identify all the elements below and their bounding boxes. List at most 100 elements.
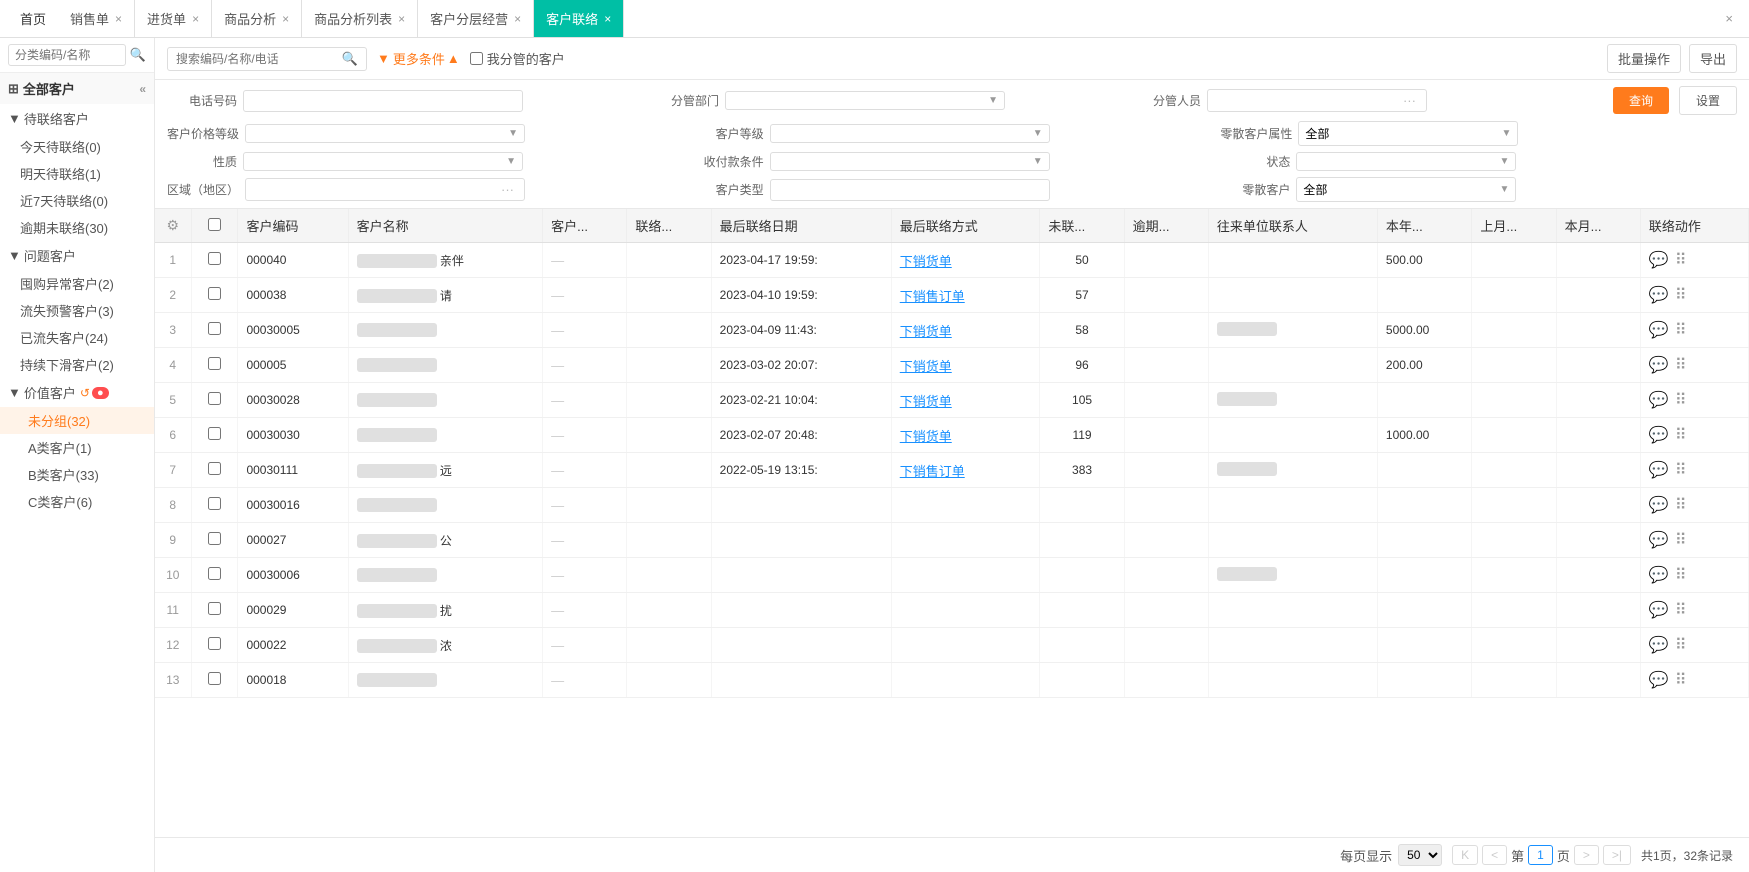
batch-ops-button[interactable]: 批量操作	[1607, 44, 1681, 73]
row-checkbox[interactable]	[191, 663, 238, 698]
nav-home[interactable]: 首页	[8, 9, 58, 28]
sidebar-item-churn-warning[interactable]: 流失预警客户(3)	[0, 297, 154, 324]
nav-tab-close[interactable]: ×	[192, 12, 199, 26]
row-checkbox[interactable]	[191, 593, 238, 628]
chat-icon[interactable]: 💬	[1649, 530, 1669, 550]
nav-tab-close[interactable]: ×	[115, 12, 122, 26]
adv-payment-select[interactable]: ▼	[770, 152, 1050, 171]
sidebar-item-declining[interactable]: 持续下滑客户(2)	[0, 351, 154, 378]
sidebar-search-icon[interactable]: 🔍	[130, 47, 146, 63]
chat-icon[interactable]: 💬	[1649, 250, 1669, 270]
export-button[interactable]: 导出	[1689, 44, 1737, 73]
row-checkbox[interactable]	[191, 383, 238, 418]
more-action-icon[interactable]: ⠿	[1675, 250, 1687, 270]
settings-icon[interactable]: ⚙	[166, 217, 179, 233]
sidebar-item-overdue[interactable]: 逾期未联络(30)	[0, 214, 154, 241]
row-checkbox[interactable]	[191, 453, 238, 488]
adv-region-dots[interactable]: ···	[501, 182, 514, 197]
nav-tab-product-list[interactable]: 商品分析列表 ×	[302, 0, 418, 38]
nav-tab-close[interactable]: ×	[604, 12, 611, 26]
adv-cust-type-input[interactable]	[770, 179, 1050, 201]
nav-tab-customer-contact[interactable]: 客户联络 ×	[534, 0, 624, 38]
refresh-icon[interactable]: ↺	[80, 386, 90, 400]
row-checkbox[interactable]	[191, 523, 238, 558]
filter-search-input[interactable]	[176, 52, 338, 66]
nav-tab-close[interactable]: ×	[398, 12, 405, 26]
first-page-button[interactable]: K	[1452, 845, 1478, 865]
more-action-icon[interactable]: ⠿	[1675, 355, 1687, 375]
row-checkbox[interactable]	[191, 558, 238, 593]
sidebar-group-pending[interactable]: ▼ 待联络客户	[0, 104, 154, 133]
more-action-icon[interactable]: ⠿	[1675, 600, 1687, 620]
more-action-icon[interactable]: ⠿	[1675, 460, 1687, 480]
nav-close-all-button[interactable]: ×	[1717, 11, 1741, 26]
sidebar-group-value[interactable]: ▼ 价值客户 ↺ ●	[0, 378, 154, 407]
adv-retail-attr-select[interactable]: 全部 ▼	[1298, 121, 1518, 146]
adv-manager-select[interactable]: ···	[1207, 89, 1427, 112]
sidebar-item-b-class[interactable]: B类客户(33)	[0, 461, 154, 488]
more-action-icon[interactable]: ⠿	[1675, 285, 1687, 305]
sidebar-item-abnormal[interactable]: 囤购异常客户(2)	[0, 270, 154, 297]
adv-cust-level-select[interactable]: ▼	[770, 124, 1050, 143]
more-action-icon[interactable]: ⠿	[1675, 320, 1687, 340]
sidebar-item-c-class[interactable]: C类客户(6)	[0, 488, 154, 515]
filter-more-button[interactable]: ▼ 更多条件 ▲	[377, 49, 460, 68]
adv-dept-select[interactable]: ▼	[725, 91, 1005, 110]
chat-icon[interactable]: 💬	[1649, 355, 1669, 375]
adv-price-level-select[interactable]: ▼	[245, 124, 525, 143]
prev-page-button[interactable]: <	[1482, 845, 1507, 865]
chat-icon[interactable]: 💬	[1649, 670, 1669, 690]
row-checkbox[interactable]	[191, 313, 238, 348]
adv-status-select[interactable]: ▼	[1296, 152, 1516, 171]
more-action-icon[interactable]: ⠿	[1675, 670, 1687, 690]
chat-icon[interactable]: 💬	[1649, 390, 1669, 410]
adv-retail-select[interactable]: 全部 ▼	[1296, 177, 1516, 202]
more-action-icon[interactable]: ⠿	[1675, 390, 1687, 410]
query-button[interactable]: 查询	[1613, 87, 1669, 114]
sidebar-item-today[interactable]: 今天待联络(0)	[0, 133, 154, 160]
filter-search-icon[interactable]: 🔍	[342, 51, 358, 67]
row-checkbox[interactable]	[191, 348, 238, 383]
nav-tab-close[interactable]: ×	[514, 12, 521, 26]
nav-tab-close[interactable]: ×	[282, 12, 289, 26]
adv-region-select[interactable]: ···	[245, 178, 525, 201]
nav-tab-customer-segment[interactable]: 客户分层经营 ×	[418, 0, 534, 38]
chat-icon[interactable]: 💬	[1649, 600, 1669, 620]
more-action-icon[interactable]: ⠿	[1675, 530, 1687, 550]
chat-icon[interactable]: 💬	[1649, 565, 1669, 585]
per-page-select[interactable]: 50	[1398, 844, 1442, 866]
sidebar-all-customers[interactable]: ⊞ 全部客户 «	[0, 73, 154, 104]
chat-icon[interactable]: 💬	[1649, 285, 1669, 305]
chat-icon[interactable]: 💬	[1649, 460, 1669, 480]
sidebar-item-churned[interactable]: 已流失客户(24)	[0, 324, 154, 351]
row-checkbox[interactable]	[191, 243, 238, 278]
nav-tab-product-analysis[interactable]: 商品分析 ×	[212, 0, 302, 38]
more-action-icon[interactable]: ⠿	[1675, 425, 1687, 445]
next-page-button[interactable]: >	[1574, 845, 1599, 865]
filter-my-customers-checkbox[interactable]	[470, 52, 483, 65]
row-checkbox[interactable]	[191, 418, 238, 453]
row-checkbox[interactable]	[191, 488, 238, 523]
sidebar-item-tomorrow[interactable]: 明天待联络(1)	[0, 160, 154, 187]
th-settings[interactable]: ⚙	[155, 209, 191, 243]
nav-tab-purchase[interactable]: 进货单 ×	[135, 0, 212, 38]
more-action-icon[interactable]: ⠿	[1675, 495, 1687, 515]
nav-tab-sales[interactable]: 销售单 ×	[58, 0, 135, 38]
chat-icon[interactable]: 💬	[1649, 635, 1669, 655]
more-action-icon[interactable]: ⠿	[1675, 635, 1687, 655]
row-checkbox[interactable]	[191, 278, 238, 313]
row-checkbox[interactable]	[191, 628, 238, 663]
sidebar-group-problem[interactable]: ▼ 问题客户	[0, 241, 154, 270]
more-action-icon[interactable]: ⠿	[1675, 565, 1687, 585]
adv-phone-input[interactable]	[243, 90, 523, 112]
chat-icon[interactable]: 💬	[1649, 425, 1669, 445]
adv-manager-dots[interactable]: ···	[1403, 93, 1416, 108]
reset-button[interactable]: 设置	[1679, 86, 1737, 115]
last-page-button[interactable]: >|	[1603, 845, 1631, 865]
sidebar-item-no-group[interactable]: 未分组(32)	[0, 407, 154, 434]
chat-icon[interactable]: 💬	[1649, 320, 1669, 340]
chat-icon[interactable]: 💬	[1649, 495, 1669, 515]
adv-nature-select[interactable]: ▼	[243, 152, 523, 171]
sidebar-item-7days[interactable]: 近7天待联络(0)	[0, 187, 154, 214]
sidebar-item-a-class[interactable]: A类客户(1)	[0, 434, 154, 461]
